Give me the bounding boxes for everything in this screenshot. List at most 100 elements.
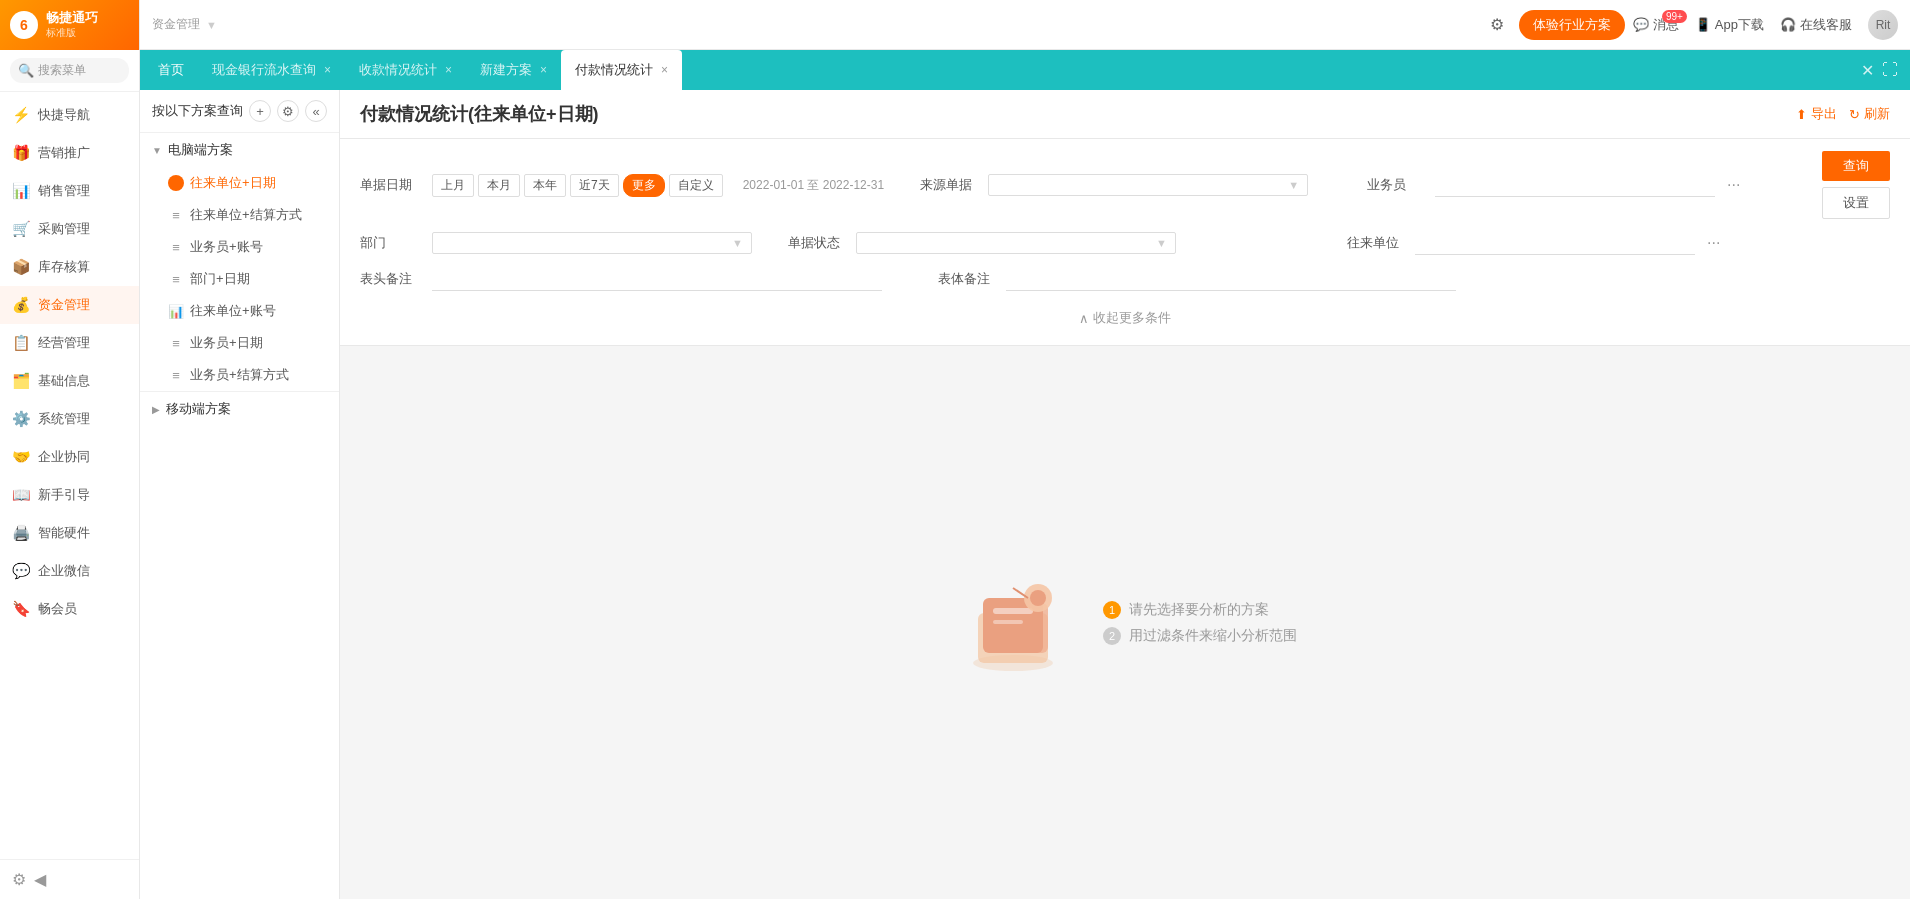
tab-payments[interactable]: 付款情况统计 ×: [561, 50, 682, 90]
step2-text: 用过滤条件来缩小分析范围: [1129, 627, 1297, 645]
panel-item-salesman-settlement[interactable]: ≡ 业务员+结算方式: [140, 359, 339, 391]
user-avatar[interactable]: Rit: [1868, 10, 1898, 40]
panel-item-salesman-date[interactable]: ≡ 业务员+日期: [140, 327, 339, 359]
filter-area: 单据日期 上月 本月 本年 近7天 更多 自定义 2022-01-01 至 20…: [340, 139, 1910, 346]
collapse-conditions-btn[interactable]: ∧ 收起更多条件: [360, 303, 1890, 333]
sidebar-item-inventory[interactable]: 📦 库存核算: [0, 248, 139, 286]
date-btn-last-7-days[interactable]: 近7天: [570, 174, 619, 197]
panel-item-dept-date[interactable]: ≡ 部门+日期: [140, 263, 339, 295]
online-service-label: 在线客服: [1800, 16, 1852, 34]
tab-payments-close-icon[interactable]: ×: [661, 63, 668, 77]
export-btn[interactable]: ⬆ 导出: [1796, 105, 1837, 123]
mobile-section-header[interactable]: ▶ 移动端方案: [140, 391, 339, 426]
sidebar-item-hardware[interactable]: 🖨️ 智能硬件: [0, 514, 139, 552]
sidebar-item-wechat[interactable]: 💬 企业微信: [0, 552, 139, 590]
member-label: 畅会员: [38, 600, 77, 618]
salesman-filter-section: 业务员 ···: [1367, 173, 1798, 197]
tab-expand-icon[interactable]: ⛶: [1882, 61, 1898, 79]
tab-cashflow-label: 现金银行流水查询: [212, 61, 316, 79]
body-note-input[interactable]: [1006, 267, 1456, 291]
panel-add-btn[interactable]: +: [249, 100, 271, 122]
desktop-section-title: 电脑端方案: [168, 141, 233, 159]
counterpart-more-icon[interactable]: ···: [1707, 234, 1720, 252]
panel-item-counterpart-account[interactable]: 📊 往来单位+账号: [140, 295, 339, 327]
user-name: Rit: [1876, 18, 1891, 32]
panel-item-counterpart-settlement[interactable]: ≡ 往来单位+结算方式: [140, 199, 339, 231]
sidebar-item-guide[interactable]: 📖 新手引导: [0, 476, 139, 514]
step2-num: 2: [1103, 627, 1121, 645]
panel-collapse-btn[interactable]: «: [305, 100, 327, 122]
panel-item-salesman-account[interactable]: ≡ 业务员+账号: [140, 231, 339, 263]
source-select[interactable]: ▼: [988, 174, 1308, 196]
trial-btn[interactable]: 体验行业方案: [1519, 10, 1625, 40]
app-download-btn[interactable]: 📱 App下载: [1695, 16, 1764, 34]
tab-cashflow-close-icon[interactable]: ×: [324, 63, 331, 77]
date-btn-custom[interactable]: 自定义: [669, 174, 723, 197]
svg-rect-4: [993, 608, 1033, 614]
panel-settings-btn[interactable]: ⚙: [277, 100, 299, 122]
messages-icon: 💬: [1633, 17, 1649, 32]
date-btn-this-month[interactable]: 本月: [478, 174, 520, 197]
body-note-filter-section: 表体备注: [938, 267, 1890, 291]
messages-btn[interactable]: 💬 消息 99+: [1633, 16, 1679, 34]
tab-receipts[interactable]: 收款情况统计 ×: [345, 50, 466, 90]
guide-label: 新手引导: [38, 486, 90, 504]
filter-row-3: 表头备注 表体备注: [360, 267, 1890, 291]
empty-state-text: 1 请先选择要分析的方案 2 用过滤条件来缩小分析范围: [1103, 601, 1297, 645]
sidebar-search-area[interactable]: 🔍 搜索菜单: [0, 50, 139, 92]
left-panel-header: 按以下方案查询 + ⚙ «: [140, 90, 339, 133]
tab-cashflow[interactable]: 现金银行流水查询 ×: [198, 50, 345, 90]
edition-label: 标准版: [46, 26, 98, 40]
date-btn-more[interactable]: 更多: [623, 174, 665, 197]
footer-settings-icon[interactable]: ⚙: [12, 870, 26, 889]
date-btn-this-year[interactable]: 本年: [524, 174, 566, 197]
header-settings-icon[interactable]: ⚙: [1483, 11, 1511, 39]
tab-receipts-close-icon[interactable]: ×: [445, 63, 452, 77]
member-icon: 🔖: [12, 600, 30, 618]
export-label: 导出: [1811, 105, 1837, 123]
doc-status-arrow-icon: ▼: [1156, 237, 1167, 249]
refresh-btn[interactable]: ↻ 刷新: [1849, 105, 1890, 123]
footer-collapse-icon[interactable]: ◀: [34, 870, 46, 889]
doc-status-label: 单据状态: [788, 234, 844, 252]
sidebar-item-finance[interactable]: 💰 资金管理: [0, 286, 139, 324]
panel-item-counterpart-date[interactable]: 往来单位+日期: [140, 167, 339, 199]
tab-home[interactable]: 首页: [144, 50, 198, 90]
sidebar-item-operations[interactable]: 📋 经营管理: [0, 324, 139, 362]
panel-item-counterpart-date-label: 往来单位+日期: [190, 174, 276, 192]
inventory-icon: 📦: [12, 258, 30, 276]
sidebar-item-system[interactable]: ⚙️ 系统管理: [0, 400, 139, 438]
sidebar-header: 6 畅捷通巧 标准版: [0, 0, 139, 50]
mobile-section-title: 移动端方案: [166, 400, 231, 418]
operations-icon: 📋: [12, 334, 30, 352]
left-panel: 按以下方案查询 + ⚙ « ▼ 电脑端方案 往来单位+日期: [140, 90, 340, 899]
search-placeholder: 搜索菜单: [38, 62, 86, 79]
date-btn-last-month[interactable]: 上月: [432, 174, 474, 197]
dept-select[interactable]: ▼: [432, 232, 752, 254]
sidebar-item-sales[interactable]: 📊 销售管理: [0, 172, 139, 210]
header-note-input[interactable]: [432, 267, 882, 291]
app-icon: 📱: [1695, 17, 1711, 32]
sidebar-item-purchase[interactable]: 🛒 采购管理: [0, 210, 139, 248]
tab-new-plan[interactable]: 新建方案 ×: [466, 50, 561, 90]
quicknav-label: 快捷导航: [38, 106, 90, 124]
online-service-btn[interactable]: 🎧 在线客服: [1780, 16, 1852, 34]
search-bar[interactable]: 🔍 搜索菜单: [10, 58, 129, 83]
doc-status-select[interactable]: ▼: [856, 232, 1176, 254]
sidebar-item-quicknav[interactable]: ⚡ 快捷导航: [0, 96, 139, 134]
finance-label: 资金管理: [38, 296, 90, 314]
settings-btn[interactable]: 设置: [1822, 187, 1890, 219]
query-btn[interactable]: 查询: [1822, 151, 1890, 181]
enterprise-icon: 🤝: [12, 448, 30, 466]
desktop-section-header[interactable]: ▼ 电脑端方案: [140, 133, 339, 167]
salesman-more-icon[interactable]: ···: [1727, 176, 1740, 194]
sidebar-item-marketing[interactable]: 🎁 营销推广: [0, 134, 139, 172]
salesman-input[interactable]: [1435, 173, 1715, 197]
sidebar-item-enterprise[interactable]: 🤝 企业协同: [0, 438, 139, 476]
tab-close-all-icon[interactable]: ✕: [1861, 61, 1874, 80]
date-label: 单据日期: [360, 176, 416, 194]
tab-new-plan-close-icon[interactable]: ×: [540, 63, 547, 77]
counterpart-input[interactable]: [1415, 231, 1695, 255]
sidebar-item-basic[interactable]: 🗂️ 基础信息: [0, 362, 139, 400]
sidebar-item-member[interactable]: 🔖 畅会员: [0, 590, 139, 628]
